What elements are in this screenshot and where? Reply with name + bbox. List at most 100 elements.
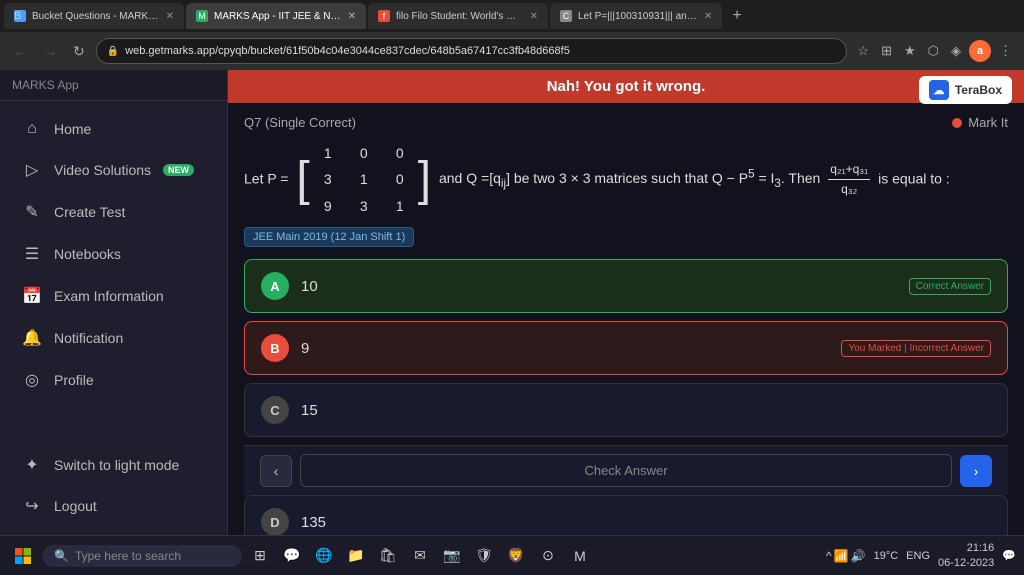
language-display: ENG	[906, 550, 930, 562]
exam-tag: JEE Main 2019 (12 Jan Shift 1)	[244, 227, 414, 247]
reload-button[interactable]: ↻	[68, 41, 90, 62]
sidebar-label-exam: Exam Information	[54, 288, 164, 304]
volume-icon[interactable]: 🔊	[851, 549, 866, 563]
browser-nav-bar: ← → ↻ 🔒 web.getmarks.app/cpyqb/bucket/61…	[0, 32, 1024, 70]
sidebar-item-light-mode[interactable]: ✦ Switch to light mode	[6, 445, 221, 485]
option-c-label: C	[261, 396, 289, 424]
question-header: Q7 (Single Correct) Mark It	[244, 115, 1008, 130]
taskbar-widgets-icon[interactable]: ⊞	[246, 542, 274, 570]
browser-action-icons: ☆ ⊞ ★ ⬡ ◈ a ⋮	[853, 40, 1016, 62]
start-button[interactable]	[8, 541, 38, 571]
taskbar-teams-icon[interactable]: 💬	[278, 542, 306, 570]
matrix-cells: 100 310 931	[314, 142, 414, 217]
windows-logo-icon	[14, 547, 32, 565]
new-tab-button[interactable]: +	[724, 7, 749, 25]
create-test-icon: ✎	[22, 202, 42, 222]
bookmark-star-icon[interactable]: ☆	[853, 41, 873, 61]
taskbar-mail-icon[interactable]: ✉	[406, 542, 434, 570]
taskbar-camera-icon[interactable]: 📷	[438, 542, 466, 570]
question-fraction: q₂₁+q₃₁ q₃₂	[828, 160, 870, 199]
menu-icon[interactable]: ⋮	[995, 41, 1016, 61]
incorrect-answer-tag: You Marked | Incorrect Answer	[841, 340, 991, 357]
question-text-before: Let P =	[244, 170, 289, 186]
ext2-icon[interactable]: ⬡	[924, 41, 943, 61]
option-d[interactable]: D 135	[244, 495, 1008, 535]
logout-icon: ↪	[22, 496, 42, 516]
fav-icon[interactable]: ★	[900, 41, 920, 61]
option-c[interactable]: C 15	[244, 383, 1008, 437]
mark-it-button[interactable]: Mark It	[952, 115, 1008, 130]
taskbar-shield-icon[interactable]: 🛡	[470, 542, 498, 570]
lock-icon: 🔒	[107, 46, 119, 57]
option-b[interactable]: B 9 You Marked | Incorrect Answer	[244, 321, 1008, 375]
sidebar-item-create-test[interactable]: ✎ Create Test	[6, 192, 221, 232]
network-icon[interactable]: ^	[826, 549, 832, 563]
temperature-display: 19°C	[874, 550, 899, 562]
tab-favicon-4: C	[560, 10, 572, 22]
extension-icon[interactable]: ⊞	[877, 41, 896, 61]
taskbar-explorer-icon[interactable]: 📁	[342, 542, 370, 570]
ext3-icon[interactable]: ◈	[947, 41, 965, 61]
taskbar-chrome-icon[interactable]: ⊙	[534, 542, 562, 570]
taskbar-search[interactable]: 🔍 Type here to search	[42, 545, 242, 567]
forward-button[interactable]: →	[38, 41, 62, 61]
home-icon: ⌂	[22, 120, 42, 138]
tab-label-4: Let P=|||100310931||| and Q=[q	[578, 11, 698, 22]
taskbar-browser-icon[interactable]: 🌐	[310, 542, 338, 570]
next-question-button[interactable]: ›	[960, 455, 992, 487]
browser-tab-3[interactable]: f filo Filo Student: World's Only Live ✕	[368, 3, 548, 29]
option-b-value: 9	[301, 340, 309, 357]
sidebar-item-exam-information[interactable]: 📅 Exam Information	[6, 276, 221, 316]
sidebar-label-home: Home	[54, 121, 91, 137]
terabox-button[interactable]: ☁ TeraBox	[919, 76, 1012, 104]
taskbar-brave-icon[interactable]: 🦁	[502, 542, 530, 570]
taskbar-clock[interactable]: 21:16 06-12-2023	[938, 541, 994, 570]
question-text: Let P = [ 100 310 931 ] and Q =[qij] be …	[244, 142, 1008, 217]
taskbar-store-icon[interactable]: 🛍	[374, 542, 402, 570]
taskbar: 🔍 Type here to search ⊞ 💬 🌐 📁 🛍 ✉ 📷 🛡 🦁 …	[0, 535, 1024, 575]
sidebar-item-notebooks[interactable]: ☰ Notebooks	[6, 234, 221, 274]
option-a-value: 10	[301, 278, 318, 295]
taskbar-marks-icon[interactable]: M	[566, 542, 594, 570]
notification-center-icon[interactable]: 💬	[1002, 549, 1016, 562]
browser-tab-4[interactable]: C Let P=|||100310931||| and Q=[q ✕	[550, 3, 722, 29]
sidebar-item-video-solutions[interactable]: ▷ Video Solutions NEW	[6, 150, 221, 190]
address-bar[interactable]: 🔒 web.getmarks.app/cpyqb/bucket/61f50b4c…	[96, 38, 848, 64]
browser-tab-1[interactable]: B Bucket Questions - MARKS App ✕	[4, 3, 184, 29]
tab-close-4[interactable]: ✕	[704, 11, 712, 22]
mark-it-label: Mark It	[968, 115, 1008, 130]
app-container: MARKS App ⌂ Home ▷ Video Solutions NEW ✎…	[0, 70, 1024, 535]
profile-icon: ◎	[22, 370, 42, 390]
sidebar-item-profile[interactable]: ◎ Profile	[6, 360, 221, 400]
tab-close-2[interactable]: ✕	[348, 11, 356, 22]
sidebar-item-notification[interactable]: 🔔 Notification	[6, 318, 221, 358]
sidebar-item-logout[interactable]: ↪ Logout	[6, 486, 221, 526]
option-a[interactable]: A 10 Correct Answer	[244, 259, 1008, 313]
taskbar-search-label: Type here to search	[75, 549, 181, 563]
sidebar-bottom: ✦ Switch to light mode ↪ Logout	[0, 444, 227, 527]
tab-close-1[interactable]: ✕	[166, 11, 174, 22]
wrong-text: Nah! You got it wrong.	[547, 78, 706, 95]
tab-label-3: filo Filo Student: World's Only Live	[396, 11, 524, 22]
tag-row: JEE Main 2019 (12 Jan Shift 1)	[244, 227, 1008, 247]
check-answer-button[interactable]: Check Answer	[300, 454, 952, 487]
matrix-left-bracket: [	[296, 156, 309, 204]
sidebar-label-light-mode: Switch to light mode	[54, 457, 179, 473]
sidebar-item-home[interactable]: ⌂ Home	[6, 110, 221, 148]
notification-icon: 🔔	[22, 328, 42, 348]
tab-close-3[interactable]: ✕	[530, 11, 538, 22]
question-area[interactable]: Q7 (Single Correct) Mark It Let P = [ 10…	[228, 103, 1024, 535]
question-type: Q7 (Single Correct)	[244, 115, 356, 130]
sidebar-label-notebooks: Notebooks	[54, 246, 121, 262]
browser-profile-button[interactable]: a	[969, 40, 991, 62]
fraction-numerator: q₂₁+q₃₁	[828, 160, 870, 180]
light-mode-icon: ✦	[22, 455, 42, 475]
back-button[interactable]: ←	[8, 41, 32, 61]
notebooks-icon: ☰	[22, 244, 42, 264]
tab-label-1: Bucket Questions - MARKS App	[32, 11, 160, 22]
check-answer-label: Check Answer	[584, 463, 667, 478]
new-badge: NEW	[163, 164, 194, 176]
prev-question-button[interactable]: ‹	[260, 455, 292, 487]
browser-tab-2[interactable]: M MARKS App - IIT JEE & NEET Pre ✕	[186, 3, 366, 29]
wifi-icon[interactable]: 📶	[834, 549, 849, 563]
